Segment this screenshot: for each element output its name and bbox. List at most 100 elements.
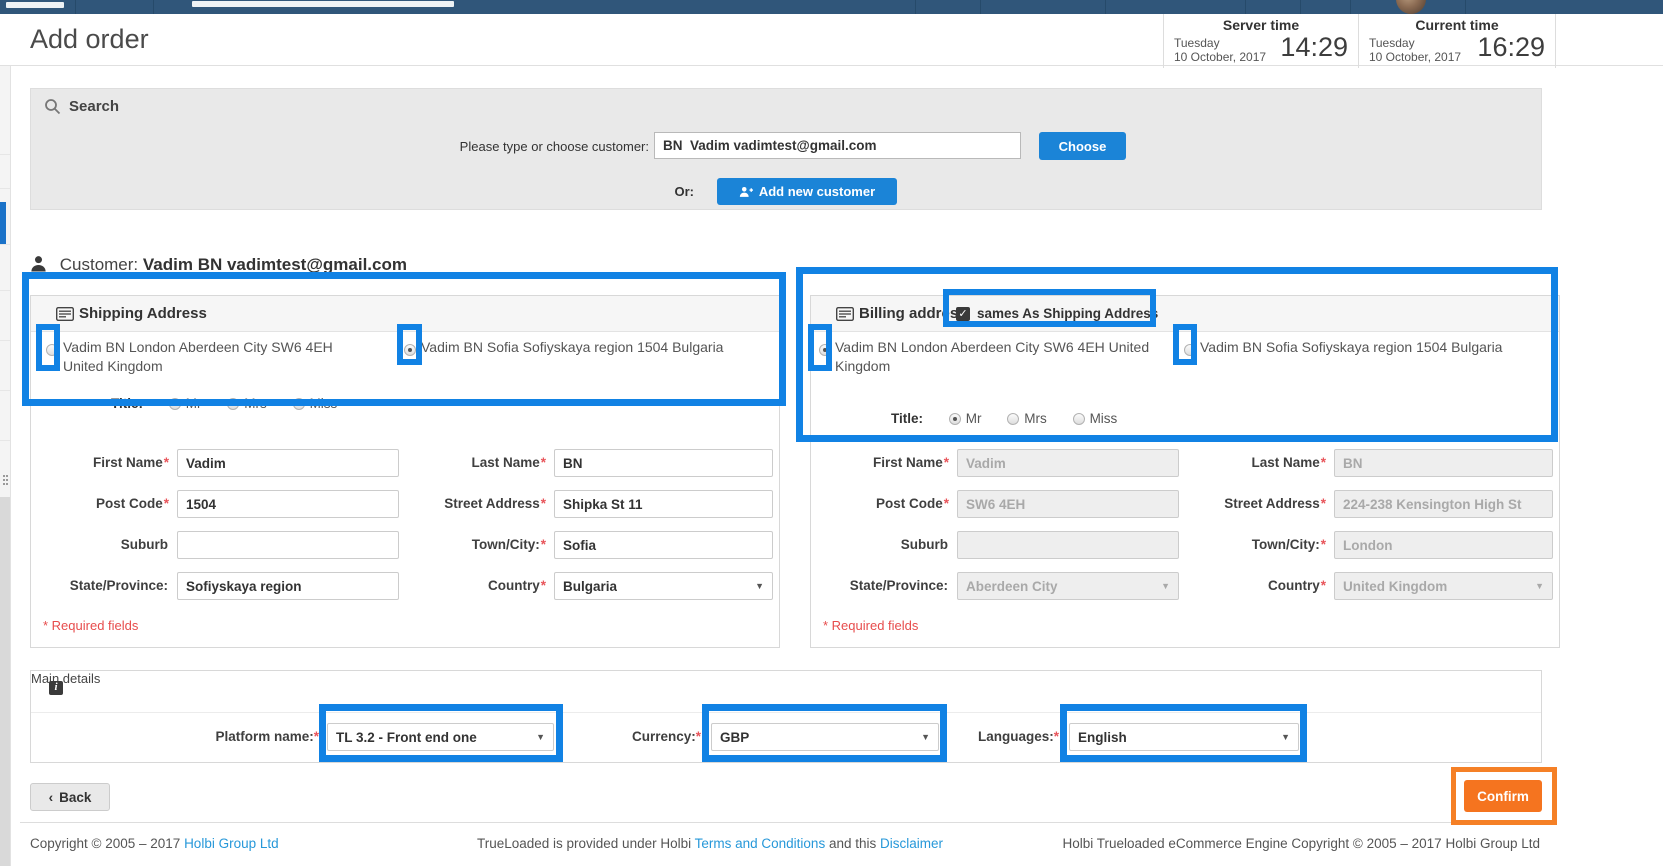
currency-select[interactable]: GBP ▼ bbox=[711, 723, 939, 751]
footer-holbi-group-link[interactable]: Holbi Group Ltd bbox=[184, 836, 279, 851]
chevron-down-icon: ▼ bbox=[921, 732, 930, 742]
platform-name-select[interactable]: TL 3.2 - Front end one ▼ bbox=[327, 723, 554, 751]
billing-title-mr-label[interactable]: Mr bbox=[966, 411, 982, 426]
billing-title-mrs-radio[interactable] bbox=[1007, 413, 1020, 425]
main-details-title: Main details bbox=[31, 671, 101, 686]
shipping-title-miss-label[interactable]: Miss bbox=[310, 396, 338, 411]
billing-town-city-input bbox=[1334, 531, 1553, 559]
billing-street-address-input bbox=[1334, 490, 1553, 518]
page-header: Add order Server time Tuesday 10 October… bbox=[0, 14, 1663, 68]
shipping-title-mrs-label[interactable]: Mrs bbox=[244, 396, 267, 411]
shipping-suburb-input[interactable] bbox=[177, 531, 399, 559]
sidebar-drag-handle[interactable] bbox=[3, 475, 5, 477]
add-user-icon bbox=[739, 184, 759, 199]
user-avatar[interactable] bbox=[1396, 0, 1426, 14]
shipping-address-option-1-label[interactable]: Vadim BN London Aberdeen City SW6 4EH Un… bbox=[63, 338, 375, 376]
search-icon bbox=[44, 98, 61, 118]
billing-address-option-1-radio[interactable] bbox=[819, 344, 831, 356]
left-sidebar-strip[interactable] bbox=[0, 66, 11, 866]
state-province-label: State/Province: bbox=[69, 578, 168, 593]
languages-label: Languages: bbox=[977, 729, 1054, 744]
chevron-down-icon: ▼ bbox=[1281, 732, 1290, 742]
page-title: Add order bbox=[30, 24, 149, 54]
street-address-label: Street Address bbox=[1224, 496, 1320, 511]
topbar-text-fragment bbox=[192, 1, 454, 7]
logo-fragment bbox=[6, 2, 64, 8]
footer-engine-copyright: Holbi Trueloaded eCommerce Engine Copyri… bbox=[1062, 836, 1540, 851]
main-details-panel: Main details Platform name:* TL 3.2 - Fr… bbox=[30, 670, 1542, 763]
customer-line: Customer: Vadim BN vadimtest@gmail.com bbox=[30, 255, 407, 277]
confirm-button[interactable]: Confirm bbox=[1464, 780, 1542, 812]
billing-country-select: United Kingdom ▼ bbox=[1334, 572, 1553, 600]
shipping-title-mr-label[interactable]: Mr bbox=[186, 396, 202, 411]
shipping-state-province-input[interactable] bbox=[177, 572, 399, 600]
first-name-label: First Name bbox=[872, 455, 943, 470]
post-code-label: Post Code bbox=[95, 496, 163, 511]
shipping-title-miss-radio[interactable] bbox=[292, 398, 305, 410]
shipping-title-label: Title: bbox=[111, 396, 144, 411]
shipping-panel-title: Shipping Address bbox=[79, 305, 207, 322]
billing-last-name-input bbox=[1334, 449, 1553, 477]
shipping-address-option-2-radio[interactable] bbox=[404, 344, 416, 356]
chevron-down-icon: ▼ bbox=[755, 581, 764, 591]
state-province-label: State/Province: bbox=[849, 578, 948, 593]
billing-address-option-2-radio[interactable] bbox=[1184, 344, 1196, 356]
search-panel-title: Search bbox=[69, 98, 120, 115]
last-name-label: Last Name bbox=[471, 455, 540, 470]
address-card-icon bbox=[55, 306, 75, 324]
sidebar-scroll-track[interactable] bbox=[0, 497, 10, 866]
billing-suburb-input bbox=[957, 531, 1179, 559]
customer-name: Vadim BN vadimtest@gmail.com bbox=[142, 255, 407, 274]
currency-label: Currency: bbox=[631, 729, 696, 744]
back-chevron-icon bbox=[49, 790, 60, 805]
shipping-required-note: * Required fields bbox=[43, 618, 139, 633]
footer-center-text: TrueLoaded is provided under Holbi bbox=[476, 836, 695, 851]
shipping-country-select[interactable]: Bulgaria ▼ bbox=[554, 572, 773, 600]
billing-title-label: Title: bbox=[891, 411, 924, 426]
footer-disclaimer-link[interactable]: Disclaimer bbox=[880, 836, 943, 851]
billing-address-option-1-label[interactable]: Vadim BN London Aberdeen City SW6 4EH Un… bbox=[835, 338, 1150, 376]
top-navigation-bar bbox=[0, 0, 1663, 14]
shipping-street-address-input[interactable] bbox=[554, 490, 773, 518]
town-city-label: Town/City: bbox=[471, 537, 540, 552]
country-label: Country bbox=[1267, 578, 1320, 593]
server-time-date: 10 October, 2017 bbox=[1174, 50, 1267, 64]
billing-first-name-input bbox=[957, 449, 1179, 477]
billing-required-note: * Required fields bbox=[823, 618, 919, 633]
shipping-title-mrs-radio[interactable] bbox=[227, 398, 240, 410]
first-name-label: First Name bbox=[92, 455, 163, 470]
billing-title-miss-radio[interactable] bbox=[1072, 413, 1085, 425]
shipping-address-option-1-radio[interactable] bbox=[46, 344, 58, 356]
shipping-town-city-input[interactable] bbox=[554, 531, 773, 559]
billing-address-panel: Billing address sames As Shipping Addres… bbox=[810, 295, 1560, 648]
info-icon bbox=[49, 681, 63, 695]
customer-search-input[interactable] bbox=[654, 132, 1021, 159]
current-time-value: 16:29 bbox=[1477, 32, 1545, 62]
shipping-last-name-input[interactable] bbox=[554, 449, 773, 477]
server-time-label: Server time bbox=[1222, 17, 1300, 33]
shipping-post-code-input[interactable] bbox=[177, 490, 399, 518]
post-code-label: Post Code bbox=[875, 496, 943, 511]
last-name-label: Last Name bbox=[1251, 455, 1320, 470]
current-time-date: 10 October, 2017 bbox=[1369, 50, 1462, 64]
same-as-shipping-label[interactable]: sames As Shipping Address bbox=[977, 306, 1158, 321]
search-panel: Search Please type or choose customer: C… bbox=[30, 88, 1542, 210]
back-button[interactable]: Back bbox=[30, 783, 110, 811]
choose-customer-button[interactable]: Choose bbox=[1039, 132, 1126, 160]
billing-title-mrs-label[interactable]: Mrs bbox=[1024, 411, 1047, 426]
shipping-address-option-2-label[interactable]: Vadim BN Sofia Sofiyskaya region 1504 Bu… bbox=[421, 338, 756, 357]
billing-address-option-2-label[interactable]: Vadim BN Sofia Sofiyskaya region 1504 Bu… bbox=[1200, 338, 1540, 357]
billing-title-miss-label[interactable]: Miss bbox=[1090, 411, 1118, 426]
shipping-first-name-input[interactable] bbox=[177, 449, 399, 477]
same-as-shipping-checkbox[interactable] bbox=[956, 307, 970, 321]
languages-select[interactable]: English ▼ bbox=[1069, 723, 1299, 751]
footer-terms-link[interactable]: Terms and Conditions bbox=[695, 836, 826, 851]
current-time-label: Current time bbox=[1415, 17, 1499, 33]
add-new-customer-button[interactable]: Add new customer bbox=[717, 178, 897, 205]
footer-divider bbox=[20, 822, 1556, 823]
platform-name-label: Platform name: bbox=[215, 729, 314, 744]
billing-title-mr-radio[interactable] bbox=[948, 413, 961, 425]
or-label: Or: bbox=[674, 184, 695, 199]
shipping-title-mr-radio[interactable] bbox=[168, 398, 181, 410]
server-time-block: Server time Tuesday 10 October, 2017 14:… bbox=[1163, 14, 1358, 68]
